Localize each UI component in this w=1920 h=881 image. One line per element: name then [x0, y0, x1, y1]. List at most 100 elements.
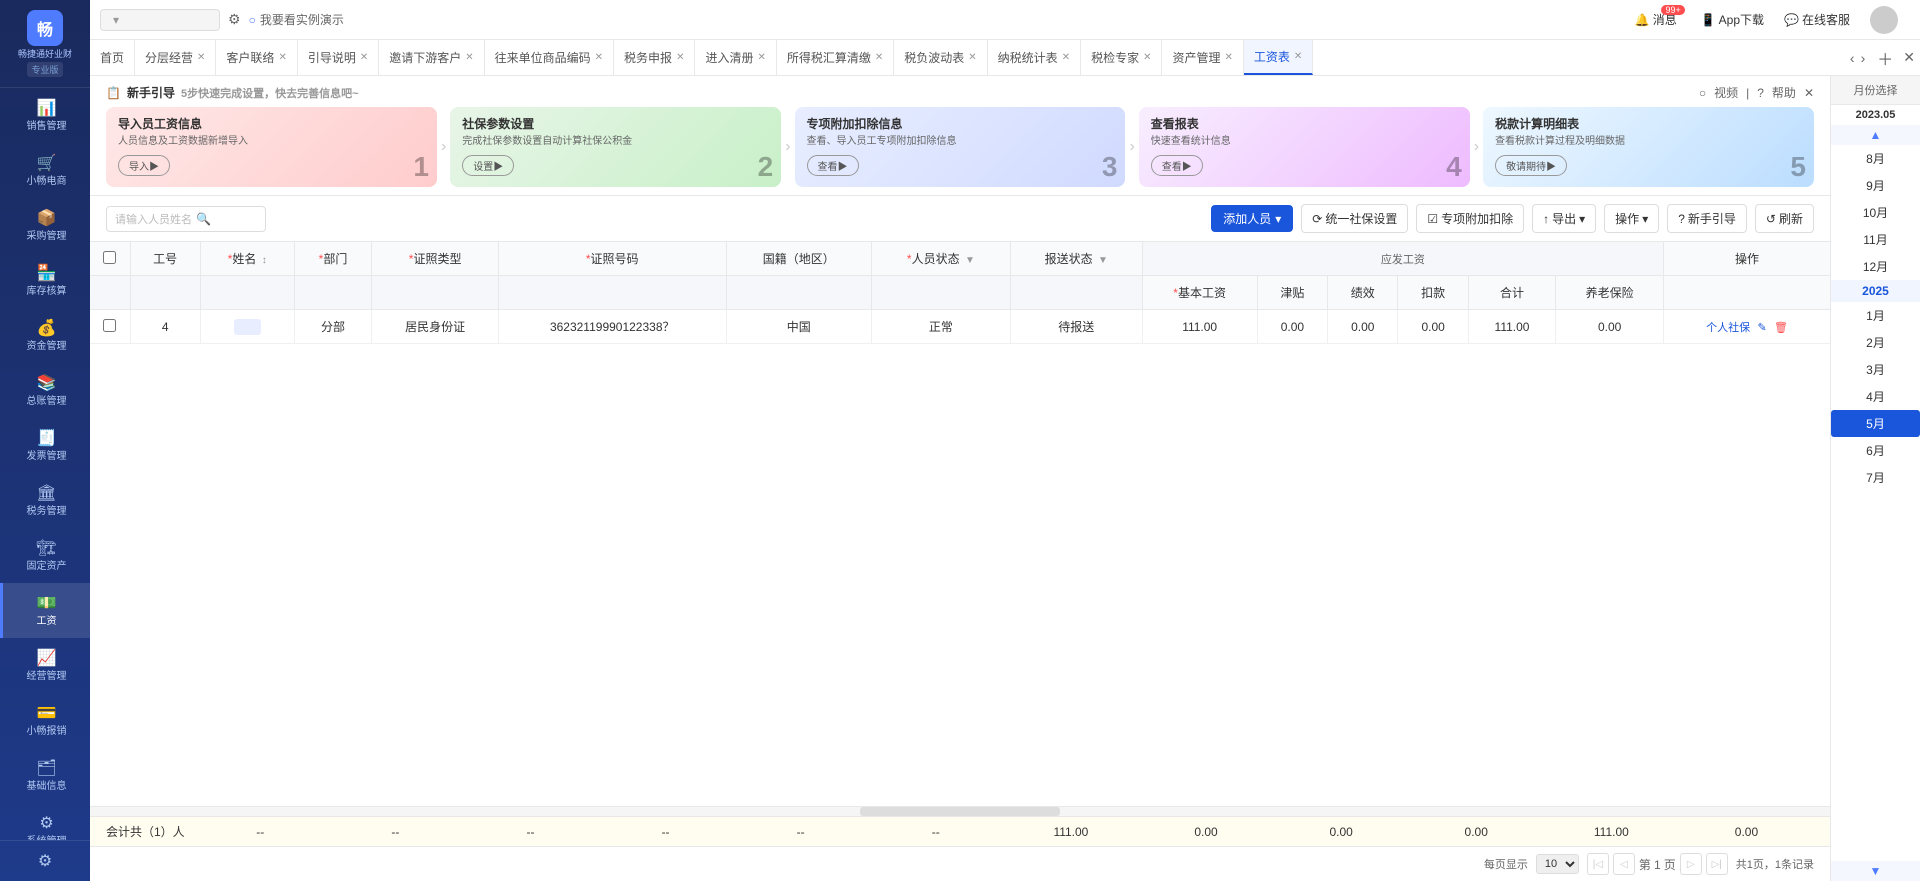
add-person-button[interactable]: 添加人员 ▾: [1211, 205, 1293, 232]
sidebar-bottom[interactable]: ⚙: [0, 840, 90, 881]
guide-close-icon[interactable]: ✕: [1804, 86, 1814, 100]
tab-tax_report[interactable]: 税务申报✕: [614, 40, 695, 75]
settings-icon[interactable]: ⚙: [38, 851, 52, 871]
tab-close-salary[interactable]: ✕: [1294, 51, 1302, 62]
month-item-9[interactable]: 4月: [1831, 383, 1920, 410]
guide-help-label[interactable]: 帮助: [1772, 84, 1796, 101]
tab-tiered[interactable]: 分层经营✕: [135, 40, 216, 75]
notification-button[interactable]: 🔔 消息 99+: [1635, 11, 1677, 28]
guide-step-btn-2[interactable]: 设置▶: [462, 155, 514, 176]
guide-step-btn-1[interactable]: 导入▶: [118, 155, 170, 176]
select-all-checkbox[interactable]: [103, 251, 116, 264]
tab-close-tiered[interactable]: ✕: [197, 52, 205, 63]
tab-close-tax_check[interactable]: ✕: [1143, 52, 1151, 63]
row-checkbox-0[interactable]: [90, 310, 130, 344]
tab-asset[interactable]: 资产管理✕: [1162, 40, 1243, 75]
tab-next-button[interactable]: ›: [1859, 48, 1868, 68]
tab-tax_calc[interactable]: 所得税汇算清缴✕: [777, 40, 894, 75]
sidebar-item-tax[interactable]: 🏛 税务管理: [0, 473, 90, 528]
tab-close-invite[interactable]: ✕: [465, 52, 473, 63]
content-area: 📋 新手引导 5步快速完成设置，快去完善信息吧~ ○ 视频 | ? 帮助 ✕ 导…: [90, 76, 1920, 881]
action-social-0[interactable]: 个人社保: [1706, 322, 1750, 334]
month-item-2[interactable]: 10月: [1831, 199, 1920, 226]
month-nav-down-button[interactable]: ▼: [1831, 861, 1920, 881]
last-page-button[interactable]: ▷|: [1706, 853, 1728, 875]
tab-tax_stats2[interactable]: 纳税统计表✕: [988, 40, 1081, 75]
tab-close-clearance[interactable]: ✕: [757, 52, 765, 63]
sidebar-item-crm[interactable]: 💳 小畅报销: [0, 693, 90, 748]
sidebar-item-ecommerce[interactable]: 🛒 小畅电商: [0, 143, 90, 198]
sidebar-item-sales[interactable]: 📊 销售管理: [0, 88, 90, 143]
tab-close-tax_relief[interactable]: ✕: [968, 52, 976, 63]
sidebar-item-fixed[interactable]: 🏗 固定资产: [0, 528, 90, 583]
action-edit-0[interactable]: ✎: [1757, 322, 1766, 334]
online-service-button[interactable]: 💬 在线客服: [1784, 11, 1850, 28]
tab-close-commodity[interactable]: ✕: [595, 52, 603, 63]
prev-page-button[interactable]: ◁: [1613, 853, 1635, 875]
unified-social-label: 统一社保设置: [1325, 210, 1397, 227]
month-nav-up-button[interactable]: ▲: [1831, 125, 1920, 145]
tab-label-guide: 引导说明: [308, 49, 356, 66]
tab-customer[interactable]: 客户联络✕: [216, 40, 297, 75]
tab-prev-button[interactable]: ‹: [1848, 48, 1857, 68]
sidebar-item-inventory[interactable]: 🏪 库存核算: [0, 253, 90, 308]
refresh-button[interactable]: ↺ 刷新: [1755, 204, 1814, 233]
new-guide-button[interactable]: ? 新手引导: [1667, 204, 1747, 233]
tab-close-guide[interactable]: ✕: [360, 52, 368, 63]
company-selector[interactable]: ▾: [100, 9, 220, 31]
tab-tax_check[interactable]: 税检专家✕: [1081, 40, 1162, 75]
month-item-11[interactable]: 6月: [1831, 437, 1920, 464]
table-scrollbar[interactable]: [90, 806, 1830, 816]
month-item-8[interactable]: 3月: [1831, 356, 1920, 383]
tab-close-customer[interactable]: ✕: [278, 52, 286, 63]
tab-close-tax_calc[interactable]: ✕: [875, 52, 883, 63]
sidebar-item-finance[interactable]: 💰 资金管理: [0, 308, 90, 363]
export-button[interactable]: ↑ 导出 ▾: [1532, 204, 1596, 233]
operation-button[interactable]: 操作 ▾: [1604, 204, 1659, 233]
special-deduction-button[interactable]: ☑ 专项附加扣除: [1416, 204, 1524, 233]
next-page-button[interactable]: ▷: [1680, 853, 1702, 875]
guide-step-btn-5[interactable]: 敬请期待▶: [1495, 155, 1567, 176]
action-delete-0[interactable]: 🗑: [1774, 322, 1788, 334]
guide-video-label[interactable]: 视频: [1714, 84, 1738, 101]
month-item-0[interactable]: 8月: [1831, 145, 1920, 172]
search-icon[interactable]: 🔍: [196, 212, 211, 226]
tab-guide[interactable]: 引导说明 ✕: [298, 40, 379, 75]
sidebar-item-invoice[interactable]: 🧾 发票管理: [0, 418, 90, 473]
tab-invite[interactable]: 邀请下游客户✕: [379, 40, 484, 75]
month-item-12[interactable]: 7月: [1831, 464, 1920, 491]
sidebar-item-purchase[interactable]: 📦 采购管理: [0, 198, 90, 253]
sidebar-item-ops[interactable]: 📈 经营管理: [0, 638, 90, 693]
month-item-7[interactable]: 2月: [1831, 329, 1920, 356]
sidebar-item-ledger[interactable]: 📚 总账管理: [0, 363, 90, 418]
sidebar-item-salary[interactable]: 💵 工资: [0, 583, 90, 638]
guide-step-btn-4[interactable]: 查看▶: [1151, 155, 1203, 176]
th-checkbox[interactable]: [90, 242, 130, 276]
tab-close-asset[interactable]: ✕: [1225, 52, 1233, 63]
month-item-10[interactable]: 5月: [1831, 410, 1920, 437]
tab-add-button[interactable]: ＋: [1872, 46, 1898, 70]
tab-close-tax_report[interactable]: ✕: [676, 52, 684, 63]
tab-home[interactable]: 首页: [90, 40, 135, 75]
per-page-select[interactable]: 10 20 50: [1536, 854, 1579, 874]
tab-salary[interactable]: 工资表✕: [1244, 40, 1313, 75]
month-item-1[interactable]: 9月: [1831, 172, 1920, 199]
demo-button[interactable]: ○ 我要看实例演示: [249, 11, 344, 28]
sidebar-item-system[interactable]: ⚙ 系统管理: [0, 803, 90, 840]
app-download-button[interactable]: 📱 App下载: [1701, 11, 1764, 28]
first-page-button[interactable]: |◁: [1587, 853, 1609, 875]
tab-close-tax_stats2[interactable]: ✕: [1062, 52, 1070, 63]
tab-tax_relief[interactable]: 税负波动表✕: [894, 40, 987, 75]
month-item-3[interactable]: 11月: [1831, 226, 1920, 253]
tab-commodity[interactable]: 往来单位商品编码✕: [485, 40, 614, 75]
month-item-6[interactable]: 1月: [1831, 302, 1920, 329]
tab-close-all-button[interactable]: ✕: [1898, 49, 1920, 66]
search-container[interactable]: 请输入人员姓名 🔍: [106, 206, 266, 232]
guide-step-btn-3[interactable]: 查看▶: [807, 155, 859, 176]
month-item-4[interactable]: 12月: [1831, 253, 1920, 280]
unified-social-button[interactable]: ⟳ 统一社保设置: [1301, 204, 1408, 233]
header-settings-icon[interactable]: ⚙: [228, 11, 241, 28]
tab-clearance[interactable]: 进入清册✕: [695, 40, 776, 75]
user-avatar[interactable]: [1870, 6, 1898, 34]
sidebar-item-base[interactable]: 🗂 基础信息: [0, 748, 90, 803]
